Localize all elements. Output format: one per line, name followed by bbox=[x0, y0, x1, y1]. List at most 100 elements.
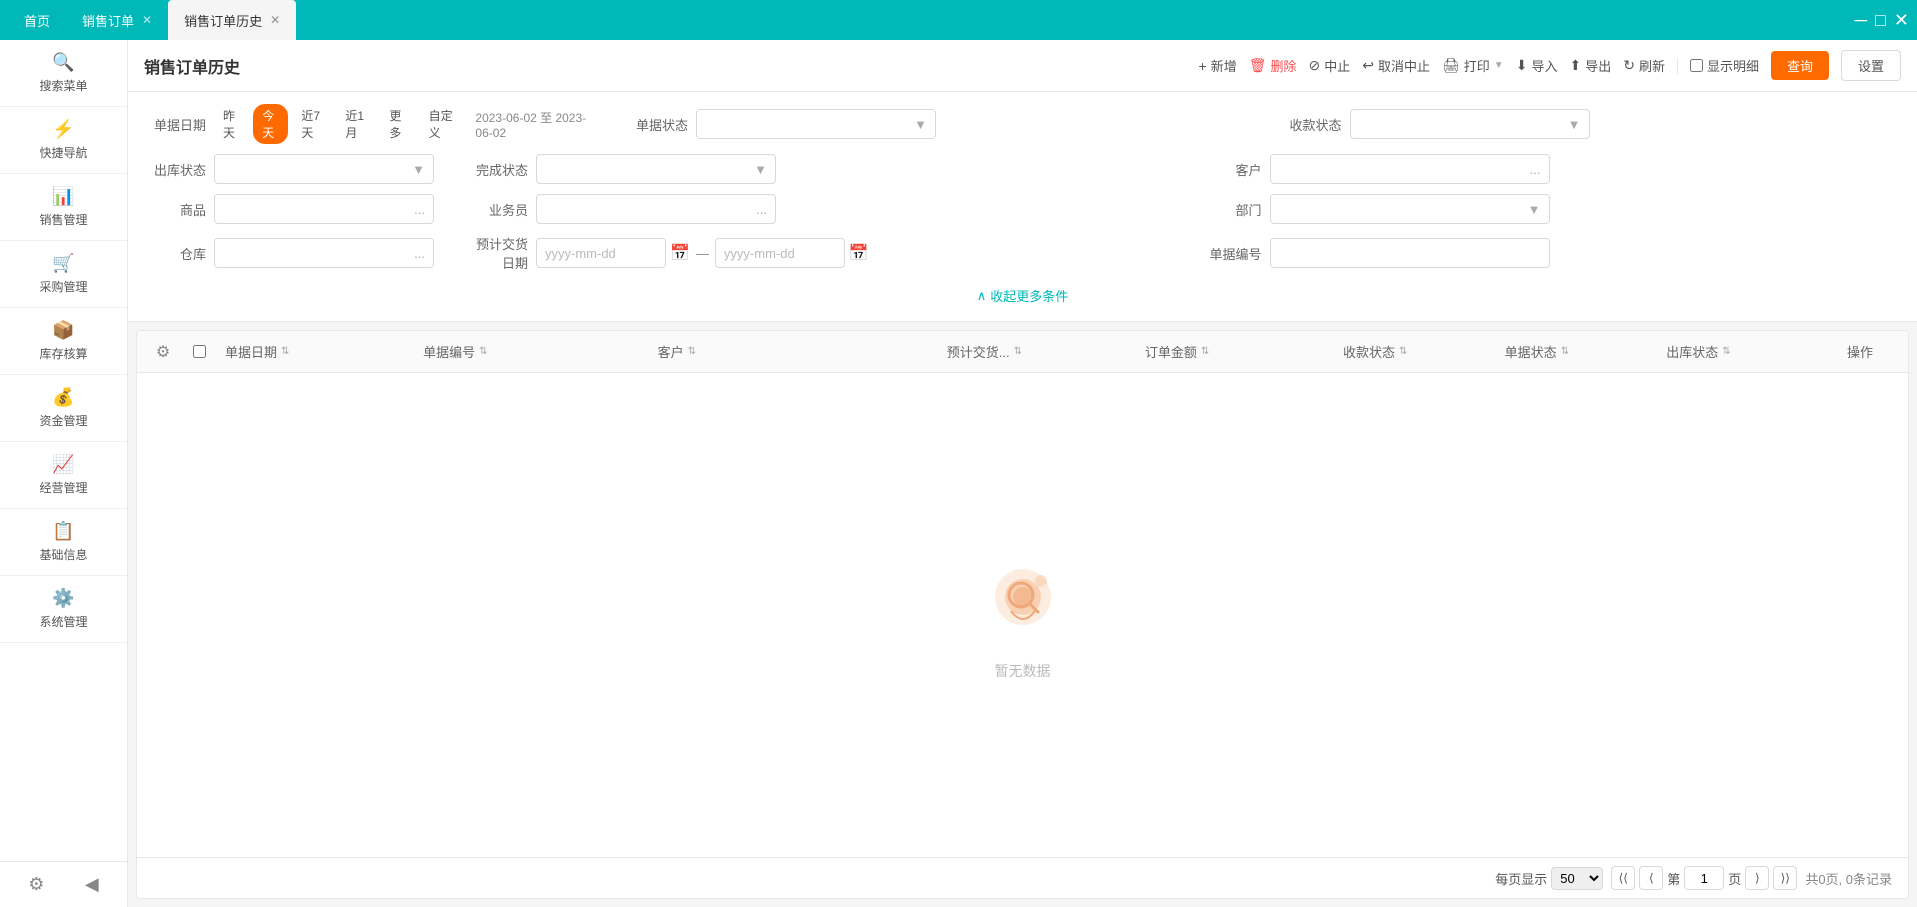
customer-input[interactable]: ... bbox=[1270, 154, 1550, 184]
quick-nav-icon: ⚡ bbox=[52, 119, 74, 140]
cancel-stop-button[interactable]: ↩ 取消中止 bbox=[1362, 56, 1430, 75]
prev-page-btn[interactable]: ⟨ bbox=[1639, 866, 1663, 890]
delivery-date-end-calendar[interactable]: 📅 bbox=[849, 243, 869, 263]
complete-status-select[interactable]: ▼ bbox=[536, 154, 776, 184]
query-button[interactable]: 查询 bbox=[1771, 51, 1829, 80]
window-maximize[interactable]: □ bbox=[1875, 10, 1886, 31]
pay-status-select[interactable]: ▼ bbox=[1350, 109, 1590, 139]
customer-label: 客户 bbox=[1200, 160, 1270, 179]
dept-select[interactable]: ▼ bbox=[1270, 194, 1550, 224]
date-btn-7days[interactable]: 近7天 bbox=[292, 104, 332, 144]
bill-number-input[interactable] bbox=[1270, 238, 1550, 268]
date-btn-custom[interactable]: 自定义 bbox=[420, 104, 464, 144]
sidebar-item-finance[interactable]: 💰 资金管理 bbox=[0, 375, 127, 442]
cancel-stop-icon: ↩ bbox=[1362, 57, 1374, 74]
window-controls: ─ □ ✕ bbox=[1854, 10, 1909, 31]
sidebar-collapse-icon[interactable]: ◀ bbox=[85, 874, 99, 895]
add-icon: + bbox=[1199, 58, 1207, 74]
page-input[interactable] bbox=[1684, 866, 1724, 890]
sort-bill-status-icon: ⇅ bbox=[1561, 346, 1569, 357]
sort-out-status-icon: ⇅ bbox=[1722, 346, 1730, 357]
sidebar-item-inventory[interactable]: 📦 库存核算 bbox=[0, 308, 127, 375]
tab-sales-order[interactable]: 销售订单 ✕ bbox=[66, 0, 168, 40]
display-toggle-checkbox[interactable] bbox=[1690, 59, 1703, 72]
print-button[interactable]: 🖨 打印 ▼ bbox=[1442, 56, 1504, 75]
bill-status-select[interactable]: ▼ bbox=[696, 109, 936, 139]
stop-button[interactable]: ⊘ 中止 bbox=[1309, 56, 1351, 75]
pay-status-chevron: ▼ bbox=[1568, 117, 1581, 132]
top-bar: 首页 销售订单 ✕ 销售订单历史 ✕ ─ □ ✕ bbox=[0, 0, 1917, 40]
search-menu-icon: 🔍 bbox=[52, 52, 74, 73]
empty-text: 暂无数据 bbox=[995, 661, 1051, 681]
tab-home[interactable]: 首页 bbox=[8, 0, 66, 40]
th-pay-status[interactable]: 收款状态 ⇅ bbox=[1335, 342, 1497, 361]
sidebar-item-sys-mgmt[interactable]: ⚙️ 系统管理 bbox=[0, 576, 127, 643]
date-btn-yesterday[interactable]: 昨天 bbox=[214, 104, 249, 144]
date-btn-1month[interactable]: 近1月 bbox=[336, 104, 376, 144]
sort-delivery-icon: ⇅ bbox=[1014, 346, 1022, 357]
display-toggle: 显示明细 bbox=[1690, 56, 1759, 75]
select-all-checkbox[interactable] bbox=[193, 345, 206, 358]
th-delivery[interactable]: 预计交货... ⇅ bbox=[939, 342, 1137, 361]
empty-illustration bbox=[973, 549, 1073, 649]
sidebar-settings-icon[interactable]: ⚙ bbox=[28, 874, 44, 895]
date-btn-today[interactable]: 今天 bbox=[253, 104, 288, 144]
page-header: 销售订单历史 + 新增 🗑 删除 ⊘ 中止 ↩ 取消中止 bbox=[128, 40, 1917, 92]
th-amount[interactable]: 订单金额 ⇅ bbox=[1137, 342, 1335, 361]
page-nav: ⟨⟨ ⟨ 第 页 ⟩ ⟩⟩ bbox=[1611, 866, 1797, 890]
first-page-btn[interactable]: ⟨⟨ bbox=[1611, 866, 1635, 890]
sort-number-icon: ⇅ bbox=[479, 346, 487, 357]
salesman-label: 业务员 bbox=[466, 200, 536, 219]
add-button[interactable]: + 新增 bbox=[1199, 56, 1237, 75]
print-icon: 🖨 bbox=[1442, 57, 1460, 74]
tab-sales-order-history-close[interactable]: ✕ bbox=[270, 13, 280, 27]
th-bill-status[interactable]: 单据状态 ⇅ bbox=[1497, 342, 1659, 361]
th-date[interactable]: 单据日期 ⇅ bbox=[217, 342, 415, 361]
per-page-dropdown[interactable]: 50 10 20 100 bbox=[1551, 867, 1603, 890]
salesman-input[interactable]: ... bbox=[536, 194, 776, 224]
settings-button[interactable]: 设置 bbox=[1841, 50, 1901, 81]
sidebar: 🔍 搜索菜单 ⚡ 快捷导航 📊 销售管理 🛒 采购管理 📦 库存核算 💰 资金管… bbox=[0, 40, 128, 907]
date-btn-more[interactable]: 更多 bbox=[380, 104, 415, 144]
sidebar-item-base-info[interactable]: 📋 基础信息 bbox=[0, 509, 127, 576]
sidebar-footer: ⚙ ◀ bbox=[0, 861, 127, 907]
tab-sales-order-history[interactable]: 销售订单历史 ✕ bbox=[168, 0, 296, 40]
delivery-date-start-calendar[interactable]: 📅 bbox=[670, 243, 690, 263]
table-select-all[interactable] bbox=[181, 345, 217, 358]
refresh-button[interactable]: ↻ 刷新 bbox=[1623, 56, 1665, 75]
delete-button[interactable]: 🗑 删除 bbox=[1249, 56, 1297, 75]
sidebar-item-label: 基础信息 bbox=[39, 546, 87, 563]
window-minimize[interactable]: ─ bbox=[1854, 10, 1867, 31]
sidebar-item-sales-mgmt[interactable]: 📊 销售管理 bbox=[0, 174, 127, 241]
purchase-mgmt-icon: 🛒 bbox=[52, 253, 74, 274]
last-page-btn[interactable]: ⟩⟩ bbox=[1773, 866, 1797, 890]
goods-input[interactable]: ... bbox=[214, 194, 434, 224]
import-button[interactable]: ⬇ 导入 bbox=[1516, 56, 1558, 75]
next-page-btn[interactable]: ⟩ bbox=[1745, 866, 1769, 890]
tab-sales-order-close[interactable]: ✕ bbox=[142, 13, 152, 27]
th-number[interactable]: 单据编号 ⇅ bbox=[415, 342, 650, 361]
ops-mgmt-icon: 📈 bbox=[52, 454, 74, 475]
window-close[interactable]: ✕ bbox=[1894, 10, 1909, 31]
delivery-date-start[interactable]: yyyy-mm-dd bbox=[536, 238, 666, 268]
sidebar-item-search-menu[interactable]: 🔍 搜索菜单 bbox=[0, 40, 127, 107]
th-customer[interactable]: 客户 ⇅ bbox=[650, 342, 939, 361]
export-button[interactable]: ⬆ 导出 bbox=[1569, 56, 1611, 75]
date-label: 单据日期 bbox=[144, 115, 214, 134]
warehouse-label: 仓库 bbox=[144, 244, 214, 263]
table-settings-btn[interactable]: ⚙ bbox=[145, 342, 181, 362]
content-area: 销售订单历史 + 新增 🗑 删除 ⊘ 中止 ↩ 取消中止 bbox=[128, 40, 1917, 907]
sys-mgmt-icon: ⚙️ bbox=[52, 588, 74, 609]
delivery-date-label: 预计交货日期 bbox=[466, 234, 536, 272]
th-out-status[interactable]: 出库状态 ⇅ bbox=[1658, 342, 1820, 361]
goods-label: 商品 bbox=[144, 200, 214, 219]
collapse-btn[interactable]: ∧ 收起更多条件 bbox=[977, 282, 1069, 309]
sidebar-item-label: 快捷导航 bbox=[39, 144, 87, 161]
import-icon: ⬇ bbox=[1516, 57, 1528, 74]
sidebar-item-ops-mgmt[interactable]: 📈 经营管理 bbox=[0, 442, 127, 509]
delivery-date-end[interactable]: yyyy-mm-dd bbox=[715, 238, 845, 268]
warehouse-input[interactable]: ... bbox=[214, 238, 434, 268]
out-status-select[interactable]: ▼ bbox=[214, 154, 434, 184]
sidebar-item-quick-nav[interactable]: ⚡ 快捷导航 bbox=[0, 107, 127, 174]
sidebar-item-purchase-mgmt[interactable]: 🛒 采购管理 bbox=[0, 241, 127, 308]
